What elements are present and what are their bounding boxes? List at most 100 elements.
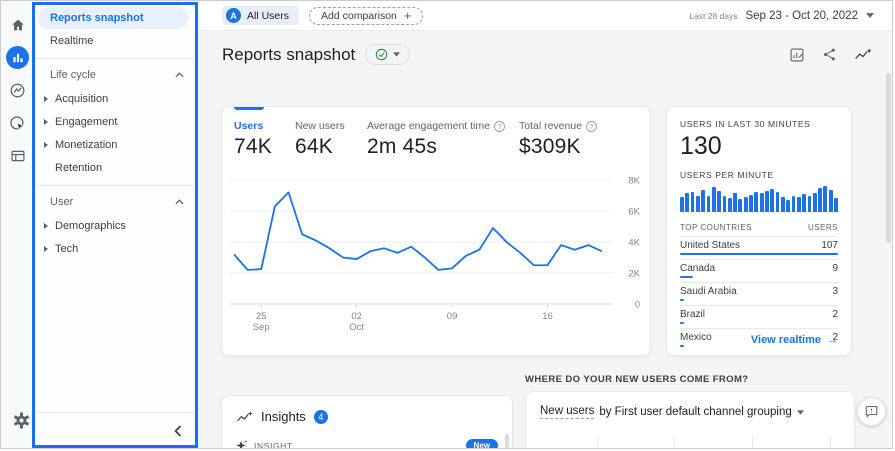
per-minute-bar xyxy=(781,197,785,212)
insights-sparkline-icon[interactable] xyxy=(854,47,872,62)
plus-icon: + xyxy=(404,11,412,21)
feedback-button[interactable] xyxy=(857,397,886,426)
country-row-top: Brazil 2 xyxy=(680,309,838,320)
per-minute-bar xyxy=(792,196,796,212)
view-realtime-link[interactable]: View realtime → xyxy=(751,334,838,346)
insight-row-label: INSIGHT xyxy=(254,441,293,450)
sidebar-item-tech[interactable]: Tech xyxy=(34,238,198,260)
report-status-dropdown[interactable] xyxy=(365,44,410,65)
users-per-minute-label: USERS PER MINUTE xyxy=(680,170,838,180)
per-minute-bar xyxy=(712,187,716,212)
reports-icon[interactable] xyxy=(6,46,29,69)
per-minute-bar xyxy=(770,189,774,212)
segment-all-users-chip[interactable]: A All Users xyxy=(222,6,299,25)
channels-metric-label: New users xyxy=(540,405,594,419)
advertising-icon[interactable] xyxy=(6,111,30,135)
sidebar-section-life-cycle[interactable]: Life cycle xyxy=(34,65,198,85)
svg-text:4K: 4K xyxy=(628,238,640,249)
per-minute-bar xyxy=(797,197,801,212)
main-scrollbar[interactable] xyxy=(886,73,891,243)
app-window: Reports snapshotRealtimeLife cycleAcquis… xyxy=(0,0,893,449)
svg-text:02: 02 xyxy=(351,311,362,322)
add-comparison-label: Add comparison xyxy=(321,10,397,22)
content-area: Reports snapshot xyxy=(198,31,892,448)
metric-label: Average engagement time? xyxy=(367,120,519,132)
metric-value: 2m 45s xyxy=(367,135,519,159)
share-icon[interactable] xyxy=(822,47,837,62)
chart-gridline xyxy=(674,436,675,449)
app-rail xyxy=(1,1,34,448)
nav-drawer: Reports snapshotRealtime Life cycle Acquis… xyxy=(34,1,198,448)
sidebar-item-demographics[interactable]: Demographics xyxy=(34,215,198,237)
country-row-top: Saudi Arabia3 xyxy=(680,286,838,297)
per-minute-bar xyxy=(754,192,758,212)
report-title-row: Reports snapshot xyxy=(222,44,872,65)
per-minute-bar xyxy=(765,191,769,212)
svg-text:09: 09 xyxy=(447,311,458,322)
sidebar-item-label: Tech xyxy=(55,243,78,255)
country-row: Canada9 xyxy=(680,259,838,282)
admin-gear-icon[interactable] xyxy=(9,408,33,432)
insights-header: Insights 4 xyxy=(236,409,498,424)
users-trend-line xyxy=(234,192,602,270)
metric-tab-average-engagement-time[interactable]: Average engagement time? 2m 45s xyxy=(367,120,519,159)
help-icon[interactable]: ? xyxy=(494,121,505,132)
per-minute-bar xyxy=(728,198,732,212)
insights-scrollbar[interactable] xyxy=(505,434,509,449)
country-users: 107 xyxy=(821,240,838,251)
home-icon[interactable] xyxy=(6,13,30,37)
new-users-channels-card: New users by First user default channel … xyxy=(525,391,855,449)
metric-tab-new-users[interactable]: New users64K xyxy=(295,120,367,159)
realtime-table-header: TOP COUNTRIES USERS xyxy=(680,223,838,236)
explore-icon[interactable] xyxy=(6,78,30,102)
country-row: Brazil 2 xyxy=(680,305,838,328)
expand-arrow-icon xyxy=(44,246,48,252)
channels-bar-chart xyxy=(540,436,840,449)
country-name: Mexico xyxy=(680,332,712,343)
expand-arrow-icon xyxy=(44,142,48,148)
country-users: 2 xyxy=(832,309,838,320)
collapse-nav-button[interactable] xyxy=(174,425,182,437)
new-badge: New xyxy=(466,439,498,449)
sidebar-item-acquisition[interactable]: Acquisition xyxy=(34,88,198,110)
customize-report-icon[interactable] xyxy=(789,47,805,63)
country-name: Brazil xyxy=(680,309,705,320)
per-minute-bar xyxy=(707,196,711,212)
insight-list-item[interactable]: INSIGHT New xyxy=(236,439,498,449)
sidebar-item-reports-snapshot[interactable]: Reports snapshot xyxy=(38,7,188,29)
sidebar-section-user[interactable]: User xyxy=(34,192,198,212)
per-minute-bar xyxy=(717,191,721,212)
expand-arrow-icon xyxy=(44,119,48,125)
chart-gridline xyxy=(597,436,598,449)
library-icon[interactable] xyxy=(6,144,30,168)
date-range-selector[interactable]: Last 28 days Sep 23 - Oct 20, 2022 xyxy=(689,10,874,22)
segment-label: All Users xyxy=(247,10,289,22)
country-name: United States xyxy=(680,240,740,251)
new-users-question: WHERE DO YOUR NEW USERS COME FROM? xyxy=(525,374,749,385)
nav-footer xyxy=(34,412,198,448)
segment-avatar: A xyxy=(226,8,241,23)
page-title: Reports snapshot xyxy=(222,45,355,65)
help-icon[interactable]: ? xyxy=(586,121,597,132)
add-comparison-button[interactable]: Add comparison + xyxy=(309,7,423,25)
sidebar-item-retention[interactable]: Retention xyxy=(34,157,198,179)
sidebar-item-engagement[interactable]: Engagement xyxy=(34,111,198,133)
sparkle-icon xyxy=(236,440,247,449)
metric-tab-users[interactable]: Users74K xyxy=(234,120,295,159)
per-minute-bar xyxy=(744,197,748,212)
arrow-right-icon: → xyxy=(827,334,838,346)
section-label: User xyxy=(50,196,73,208)
sidebar-item-monetization[interactable]: Monetization xyxy=(34,134,198,156)
metric-tab-total-revenue[interactable]: Total revenue?$309K xyxy=(519,120,597,159)
chevron-up-icon xyxy=(175,199,184,205)
top-countries-header: TOP COUNTRIES xyxy=(680,223,752,232)
per-minute-bar xyxy=(680,197,684,212)
sidebar-item-realtime[interactable]: Realtime xyxy=(34,30,198,52)
date-preset-label: Last 28 days xyxy=(689,11,737,21)
report-actions xyxy=(789,47,872,63)
channels-dimension-dropdown[interactable]: New users by First user default channel … xyxy=(540,405,840,419)
country-users: 3 xyxy=(832,286,838,297)
topbar: A All Users Add comparison + Last 28 day… xyxy=(198,1,892,31)
per-minute-bar xyxy=(802,194,806,212)
country-bar xyxy=(680,322,684,324)
